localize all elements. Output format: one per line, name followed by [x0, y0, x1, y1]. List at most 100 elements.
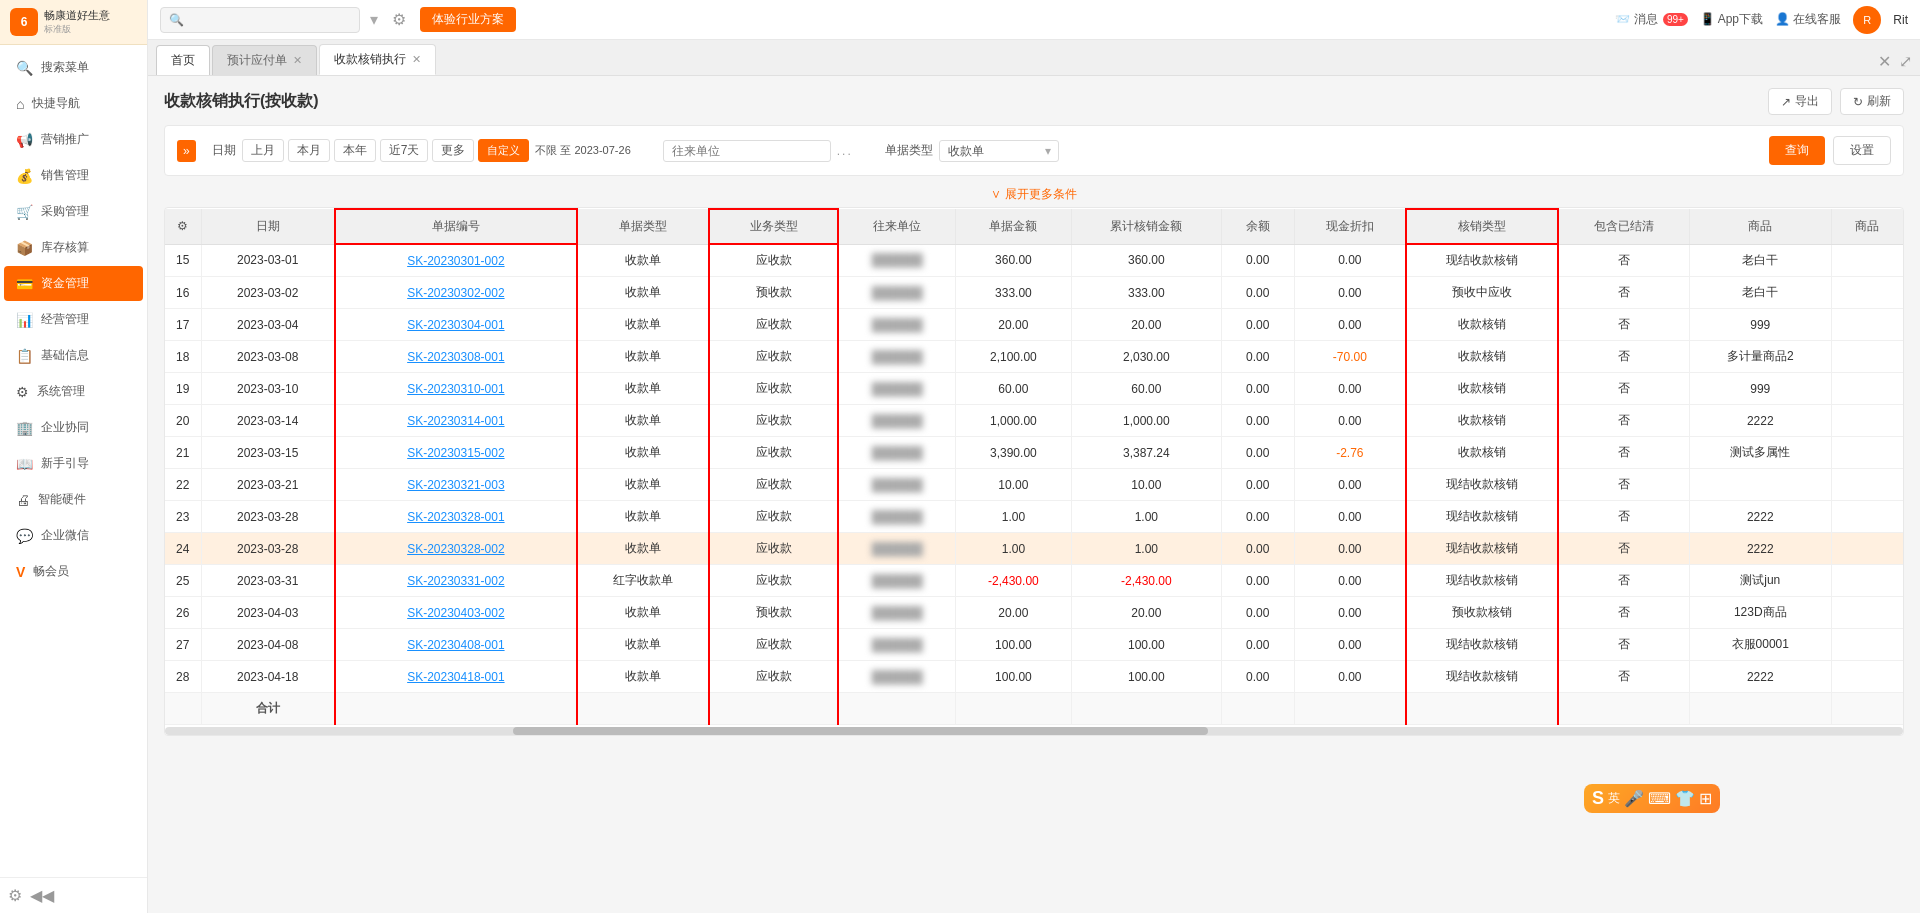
- doc-no-link[interactable]: SK-20230315-002: [407, 446, 504, 460]
- receipt-type-select[interactable]: 收款单 全部: [939, 140, 1059, 162]
- date-more[interactable]: 更多: [432, 139, 474, 162]
- th-date[interactable]: 日期: [201, 209, 335, 244]
- export-button[interactable]: ↗ 导出: [1768, 88, 1832, 115]
- doc-no-link[interactable]: SK-20230321-003: [407, 478, 504, 492]
- sidebar-item-guide[interactable]: 📖 新手引导: [4, 446, 143, 481]
- doc-no-link[interactable]: SK-20230301-002: [407, 254, 504, 268]
- cell-product2: [1831, 244, 1903, 277]
- cell-date: 2023-03-31: [201, 565, 335, 597]
- doc-no-link[interactable]: SK-20230304-001: [407, 318, 504, 332]
- cell-cancel-type: 现结收款核销: [1406, 565, 1558, 597]
- tab-close-all-icon[interactable]: ✕: [1878, 52, 1891, 71]
- sidebar-item-enterprise[interactable]: 🏢 企业协同: [4, 410, 143, 445]
- doc-no-link[interactable]: SK-20230328-001: [407, 510, 504, 524]
- sidebar-item-search[interactable]: 🔍 搜索菜单: [4, 50, 143, 85]
- cell-discount: 0.00: [1294, 501, 1406, 533]
- refresh-button[interactable]: ↻ 刷新: [1840, 88, 1904, 115]
- cell-product1: [1690, 469, 1832, 501]
- table-row: 28 2023-04-18 SK-20230418-001 收款单 应收款 ██…: [165, 661, 1903, 693]
- sidebar-item-sales[interactable]: 💰 销售管理: [4, 158, 143, 193]
- th-discount[interactable]: 现金折扣: [1294, 209, 1406, 244]
- th-balance[interactable]: 余额: [1221, 209, 1294, 244]
- message-label[interactable]: 📨 消息 99+: [1615, 11, 1688, 28]
- horizontal-scrollbar[interactable]: [165, 727, 1903, 735]
- dropdown-icon[interactable]: ▾: [370, 10, 378, 29]
- th-biz-type[interactable]: 业务类型: [709, 209, 838, 244]
- cell-doc-no: SK-20230301-002: [335, 244, 577, 277]
- tab-payable[interactable]: 预计应付单 ✕: [212, 45, 317, 75]
- export-icon: ↗: [1781, 95, 1791, 109]
- th-product1[interactable]: 商品: [1690, 209, 1832, 244]
- cell-biz-type: 应收款: [709, 244, 838, 277]
- sidebar-item-vip[interactable]: V 畅会员: [4, 554, 143, 589]
- filter-toggle-button[interactable]: »: [177, 140, 196, 162]
- cell-product1: 123D商品: [1690, 597, 1832, 629]
- sidebar-item-marketing[interactable]: 📢 营销推广: [4, 122, 143, 157]
- date-filter-label: 日期: [212, 142, 236, 159]
- doc-no-link[interactable]: SK-20230302-002: [407, 286, 504, 300]
- th-product2[interactable]: 商品: [1831, 209, 1903, 244]
- th-cancel-type[interactable]: 核销类型: [1406, 209, 1558, 244]
- date-prev-month[interactable]: 上月: [242, 139, 284, 162]
- doc-no-link[interactable]: SK-20230310-001: [407, 382, 504, 396]
- th-doc-type[interactable]: 单据类型: [577, 209, 709, 244]
- cell-included: 否: [1558, 244, 1690, 277]
- tab-receipt-exec[interactable]: 收款核销执行 ✕: [319, 44, 436, 75]
- doc-no-link[interactable]: SK-20230308-001: [407, 350, 504, 364]
- doc-no-link[interactable]: SK-20230328-002: [407, 542, 504, 556]
- tab-payable-close[interactable]: ✕: [293, 54, 302, 67]
- setting-button[interactable]: 设置: [1833, 136, 1891, 165]
- sidebar-item-purchase[interactable]: 🛒 采购管理: [4, 194, 143, 229]
- date-7days[interactable]: 近7天: [380, 139, 429, 162]
- doc-no-link[interactable]: SK-20230331-002: [407, 574, 504, 588]
- purchase-icon: 🛒: [16, 204, 33, 220]
- th-doc-no[interactable]: 单据编号: [335, 209, 577, 244]
- cell-cancel-type: 收款核销: [1406, 341, 1558, 373]
- sidebar-item-quick-nav[interactable]: ⌂ 快捷导航: [4, 86, 143, 121]
- sidebar-item-wechat[interactable]: 💬 企业微信: [4, 518, 143, 553]
- date-custom[interactable]: 自定义: [478, 139, 529, 162]
- collapse-icon[interactable]: ◀◀: [30, 886, 54, 905]
- cell-cancel-type: 收款核销: [1406, 373, 1558, 405]
- sidebar-item-operation[interactable]: 📊 经营管理: [4, 302, 143, 337]
- tab-expand-icon[interactable]: ⤢: [1899, 52, 1912, 71]
- tab-receipt-exec-close[interactable]: ✕: [412, 53, 421, 66]
- cell-doc-no: SK-20230418-001: [335, 661, 577, 693]
- date-this-year[interactable]: 本年: [334, 139, 376, 162]
- table-row: 19 2023-03-10 SK-20230310-001 收款单 应收款 ██…: [165, 373, 1903, 405]
- table-row: 23 2023-03-28 SK-20230328-001 收款单 应收款 ██…: [165, 501, 1903, 533]
- th-settings[interactable]: ⚙: [165, 209, 201, 244]
- sales-icon: 💰: [16, 168, 33, 184]
- cell-doc-type: 收款单: [577, 277, 709, 309]
- sidebar-item-smart[interactable]: 🖨 智能硬件: [4, 482, 143, 517]
- sidebar-item-basic[interactable]: 📋 基础信息: [4, 338, 143, 373]
- cell-doc-type: 收款单: [577, 309, 709, 341]
- expand-more-bar[interactable]: ∨ 展开更多条件: [164, 186, 1904, 203]
- doc-no-link[interactable]: SK-20230408-001: [407, 638, 504, 652]
- settings-icon[interactable]: ⚙: [8, 886, 22, 905]
- unit-input[interactable]: [663, 140, 831, 162]
- date-this-month[interactable]: 本月: [288, 139, 330, 162]
- cell-unit: ██████: [838, 341, 955, 373]
- th-included[interactable]: 包含已结清: [1558, 209, 1690, 244]
- tab-home[interactable]: 首页: [156, 45, 210, 75]
- cell-accum: 20.00: [1071, 309, 1221, 341]
- cell-balance: 0.00: [1221, 501, 1294, 533]
- th-amount[interactable]: 单据金额: [956, 209, 1072, 244]
- cell-product2: [1831, 277, 1903, 309]
- sidebar-item-label: 营销推广: [41, 131, 89, 148]
- doc-no-link[interactable]: SK-20230403-002: [407, 606, 504, 620]
- cell-unit: ██████: [838, 373, 955, 405]
- th-accum[interactable]: 累计核销金额: [1071, 209, 1221, 244]
- sidebar-item-fund[interactable]: 💳 资金管理: [4, 266, 143, 301]
- query-button[interactable]: 查询: [1769, 136, 1825, 165]
- gear-icon[interactable]: ⚙: [388, 6, 410, 33]
- doc-no-link[interactable]: SK-20230418-001: [407, 670, 504, 684]
- th-unit[interactable]: 往来单位: [838, 209, 955, 244]
- doc-no-link[interactable]: SK-20230314-001: [407, 414, 504, 428]
- app-download[interactable]: 📱 App下载: [1700, 11, 1763, 28]
- industry-solution-button[interactable]: 体验行业方案: [420, 7, 516, 32]
- online-service[interactable]: 👤 在线客服: [1775, 11, 1841, 28]
- sidebar-item-system[interactable]: ⚙ 系统管理: [4, 374, 143, 409]
- sidebar-item-inventory[interactable]: 📦 库存核算: [4, 230, 143, 265]
